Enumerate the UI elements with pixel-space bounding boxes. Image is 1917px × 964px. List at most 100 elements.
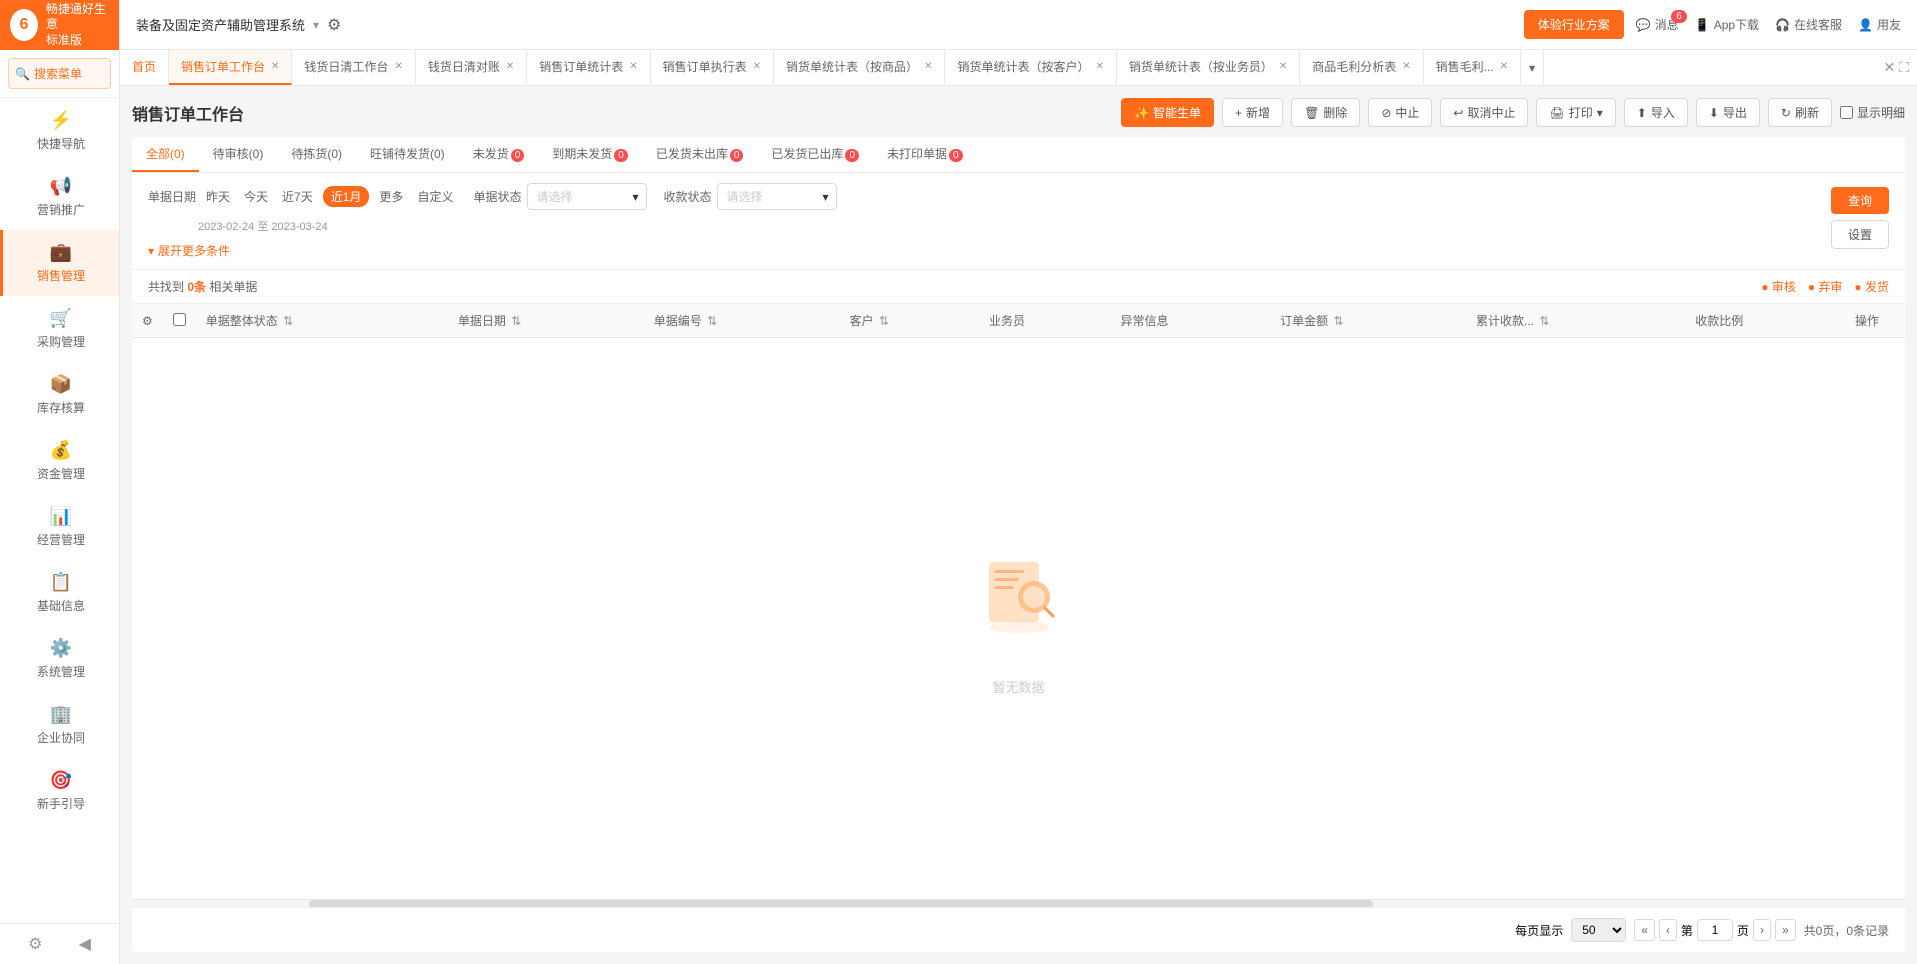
sidebar-item-enterprise[interactable]: 🏢 企业协同 bbox=[0, 692, 119, 758]
last-page-button[interactable]: » bbox=[1775, 919, 1796, 941]
sidebar-item-purchase[interactable]: 🛒 采购管理 bbox=[0, 296, 119, 362]
select-all-checkbox[interactable] bbox=[173, 313, 186, 326]
tab-cash-reconcile[interactable]: 钱货日清对账 ✕ bbox=[416, 50, 527, 85]
sidebar-item-finance[interactable]: 💰 资金管理 bbox=[0, 428, 119, 494]
date-more-btn[interactable]: 更多 bbox=[375, 186, 407, 207]
show-detail-checkbox[interactable] bbox=[1840, 106, 1853, 119]
delete-button[interactable]: 🗑 删除 bbox=[1291, 98, 1360, 127]
tab-home[interactable]: 首页 bbox=[120, 50, 169, 85]
print-button[interactable]: 🖨 打印 ▾ bbox=[1536, 98, 1615, 127]
tab-goods-stat-customer[interactable]: 销货单统计表（按客户） ✕ bbox=[945, 50, 1116, 85]
page-size-select[interactable]: 10 20 50 100 bbox=[1571, 918, 1626, 942]
topbar-dropdown-icon[interactable]: ▾ bbox=[313, 18, 319, 32]
sidebar-item-guide[interactable]: 🎯 新手引导 bbox=[0, 758, 119, 824]
sidebar-collapse-btn[interactable]: ◀ bbox=[79, 934, 91, 954]
sidebar-item-sales[interactable]: 💼 销售管理 bbox=[0, 230, 119, 296]
status-select-arrow: ▾ bbox=[632, 190, 638, 204]
sidebar-item-marketing[interactable]: 📢 营销推广 bbox=[0, 164, 119, 230]
solution-button[interactable]: 体验行业方案 bbox=[1524, 10, 1624, 39]
user-menu-button[interactable]: 👤 用友 bbox=[1858, 16, 1901, 33]
new-button[interactable]: + 新增 bbox=[1222, 98, 1283, 127]
tab-expand-icon[interactable]: ⛶ bbox=[1899, 59, 1909, 76]
sort-date-icon[interactable]: ⇅ bbox=[511, 314, 521, 328]
tab-profit-analysis[interactable]: 商品毛利分析表 ✕ bbox=[1300, 50, 1423, 85]
tab-close-icon[interactable]: ✕ bbox=[271, 61, 279, 72]
page-number-input[interactable] bbox=[1697, 919, 1733, 941]
not-printed-badge: 0 bbox=[949, 149, 963, 162]
export-button[interactable]: ⬇ 导出 bbox=[1696, 98, 1760, 127]
message-button[interactable]: 💬 消息 6 bbox=[1636, 16, 1679, 33]
sidebar-item-system[interactable]: ⚙️ 系统管理 bbox=[0, 626, 119, 692]
subtab-pending-pick[interactable]: 待拣货(0) bbox=[277, 137, 356, 172]
app-download-button[interactable]: 📱 App下载 bbox=[1695, 16, 1759, 33]
subtab-not-printed[interactable]: 未打印单据0 bbox=[873, 137, 977, 172]
subtab-overdue-ship[interactable]: 到期未发货0 bbox=[538, 137, 642, 172]
tab-close-icon[interactable]: ✕ bbox=[1500, 61, 1508, 72]
col-settings[interactable]: ⚙ bbox=[132, 304, 163, 338]
sort-customer-icon[interactable]: ⇅ bbox=[879, 314, 889, 328]
tab-sales-exec[interactable]: 销售订单执行表 ✕ bbox=[651, 50, 774, 85]
tab-sales-workbench[interactable]: 销售订单工作台 ✕ bbox=[169, 50, 292, 85]
tab-close-icon[interactable]: ✕ bbox=[1095, 61, 1103, 72]
sidebar-settings-btn[interactable]: ⚙ bbox=[28, 934, 42, 954]
date-custom-btn[interactable]: 自定义 bbox=[413, 186, 457, 207]
sort-number-icon[interactable]: ⇅ bbox=[707, 314, 717, 328]
subtab-pending-audit[interactable]: 待审核(0) bbox=[199, 137, 278, 172]
print-dropdown-icon: ▾ bbox=[1597, 106, 1603, 120]
sidebar-item-inventory[interactable]: 📦 库存核算 bbox=[0, 362, 119, 428]
tab-goods-stat-product[interactable]: 销货单统计表（按商品） ✕ bbox=[774, 50, 945, 85]
smart-generate-button[interactable]: ✨ 智能生单 bbox=[1121, 98, 1214, 127]
tab-more-button[interactable]: ▾ bbox=[1521, 50, 1544, 85]
date-range-display: 2023-02-24 至 2023-03-24 bbox=[148, 218, 328, 234]
sidebar-item-operation[interactable]: 📊 经营管理 bbox=[0, 494, 119, 560]
date-1month-btn[interactable]: 近1月 bbox=[323, 186, 370, 207]
tab-close-icon[interactable]: ✕ bbox=[1402, 61, 1410, 72]
sort-overall-status-icon[interactable]: ⇅ bbox=[283, 314, 293, 328]
tab-close-icon[interactable]: ✕ bbox=[924, 61, 932, 72]
date-today-btn[interactable]: 今天 bbox=[240, 186, 272, 207]
sidebar: 6 畅捷通好生意 标准版 🔍 搜索菜单 ⚡ 快捷导航 📢 营销推广 💼 销售管理… bbox=[0, 0, 120, 964]
refresh-button[interactable]: ↻ 刷新 bbox=[1768, 98, 1832, 127]
stop-button[interactable]: ⊘ 中止 bbox=[1368, 98, 1432, 127]
expand-more-button[interactable]: ▾ 展开更多条件 bbox=[148, 242, 230, 259]
online-service-button[interactable]: 🎧 在线客服 bbox=[1775, 16, 1842, 33]
deliver-action[interactable]: ● 发货 bbox=[1854, 278, 1889, 295]
subtab-wangpu-ship[interactable]: 旺铺待发货(0) bbox=[356, 137, 459, 172]
next-page-button[interactable]: › bbox=[1753, 919, 1771, 941]
payment-select[interactable]: 请选择 ▾ bbox=[717, 183, 837, 210]
tab-sales-profit[interactable]: 销售毛利... ✕ bbox=[1424, 50, 1521, 85]
tab-close-icon[interactable]: ✕ bbox=[1279, 61, 1287, 72]
audit-action[interactable]: ● 审核 bbox=[1761, 278, 1796, 295]
horizontal-scrollbar[interactable] bbox=[132, 899, 1905, 907]
first-page-button[interactable]: « bbox=[1634, 919, 1655, 941]
tab-close-icon[interactable]: ✕ bbox=[629, 61, 637, 72]
tab-close-icon[interactable]: ✕ bbox=[394, 61, 402, 72]
prev-page-button[interactable]: ‹ bbox=[1659, 919, 1677, 941]
search-menu-button[interactable]: 🔍 搜索菜单 bbox=[8, 58, 111, 89]
subtab-shipped-out[interactable]: 已发货已出库0 bbox=[757, 137, 873, 172]
sort-collected-icon[interactable]: ⇅ bbox=[1539, 314, 1549, 328]
sidebar-item-basic-info[interactable]: 📋 基础信息 bbox=[0, 560, 119, 626]
topbar-gear-icon[interactable]: ⚙ bbox=[327, 15, 341, 35]
subtab-shipped-not-out[interactable]: 已发货未出库0 bbox=[642, 137, 758, 172]
cancel-stop-button[interactable]: ↩ 取消中止 bbox=[1440, 98, 1528, 127]
tab-cash-clear[interactable]: 钱货日清工作台 ✕ bbox=[292, 50, 415, 85]
sort-amount-icon[interactable]: ⇅ bbox=[1334, 314, 1344, 328]
status-select[interactable]: 请选择 ▾ bbox=[527, 183, 647, 210]
sidebar-item-quick-nav[interactable]: ⚡ 快捷导航 bbox=[0, 98, 119, 164]
subtab-not-shipped[interactable]: 未发货0 bbox=[459, 137, 539, 172]
date-yesterday-btn[interactable]: 昨天 bbox=[202, 186, 234, 207]
date-7days-btn[interactable]: 近7天 bbox=[278, 186, 317, 207]
tab-goods-stat-staff[interactable]: 销货单统计表（按业务员） ✕ bbox=[1117, 50, 1300, 85]
tab-close-icon[interactable]: ✕ bbox=[753, 61, 761, 72]
import-button[interactable]: ⬆ 导入 bbox=[1624, 98, 1688, 127]
query-button[interactable]: 查询 bbox=[1831, 187, 1889, 214]
tab-close-all-icon[interactable]: ✕ bbox=[1883, 59, 1895, 76]
show-detail-label[interactable]: 显示明细 bbox=[1840, 104, 1905, 121]
subtab-all[interactable]: 全部(0) bbox=[132, 137, 199, 172]
tab-close-icon[interactable]: ✕ bbox=[506, 61, 514, 72]
col-checkbox[interactable] bbox=[163, 304, 196, 338]
filter-setting-button[interactable]: 设置 bbox=[1831, 220, 1889, 249]
unaudit-action[interactable]: ● 弃审 bbox=[1808, 278, 1843, 295]
tab-sales-stat[interactable]: 销售订单统计表 ✕ bbox=[527, 50, 650, 85]
